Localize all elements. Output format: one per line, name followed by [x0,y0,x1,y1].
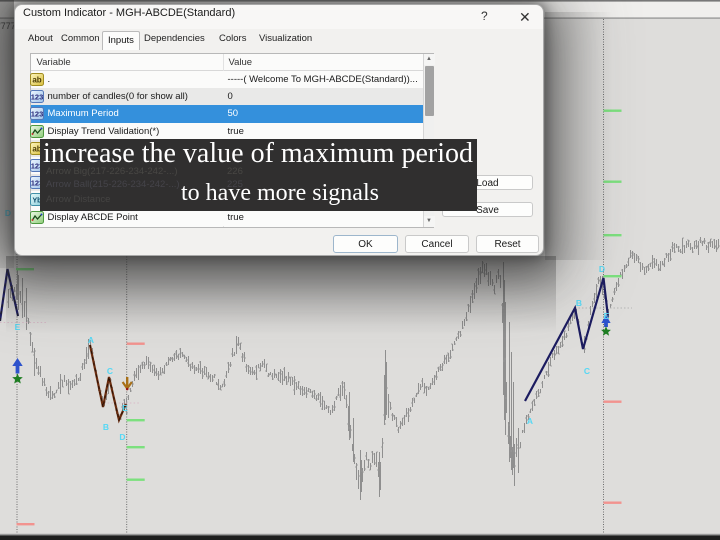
svg-text:A: A [88,335,94,345]
svg-text:ab: ab [32,76,41,85]
svg-text:123: 123 [30,93,43,102]
svg-text:E: E [604,311,610,321]
svg-text:D: D [599,264,605,274]
svg-text:B: B [103,422,109,432]
svg-text:123: 123 [30,110,43,119]
svg-text:C: C [107,366,113,376]
svg-text:A: A [527,416,533,426]
svg-text:D: D [119,432,125,442]
svg-text:C: C [584,366,590,376]
svg-text:E: E [122,403,128,413]
svg-text:B: B [576,298,582,308]
